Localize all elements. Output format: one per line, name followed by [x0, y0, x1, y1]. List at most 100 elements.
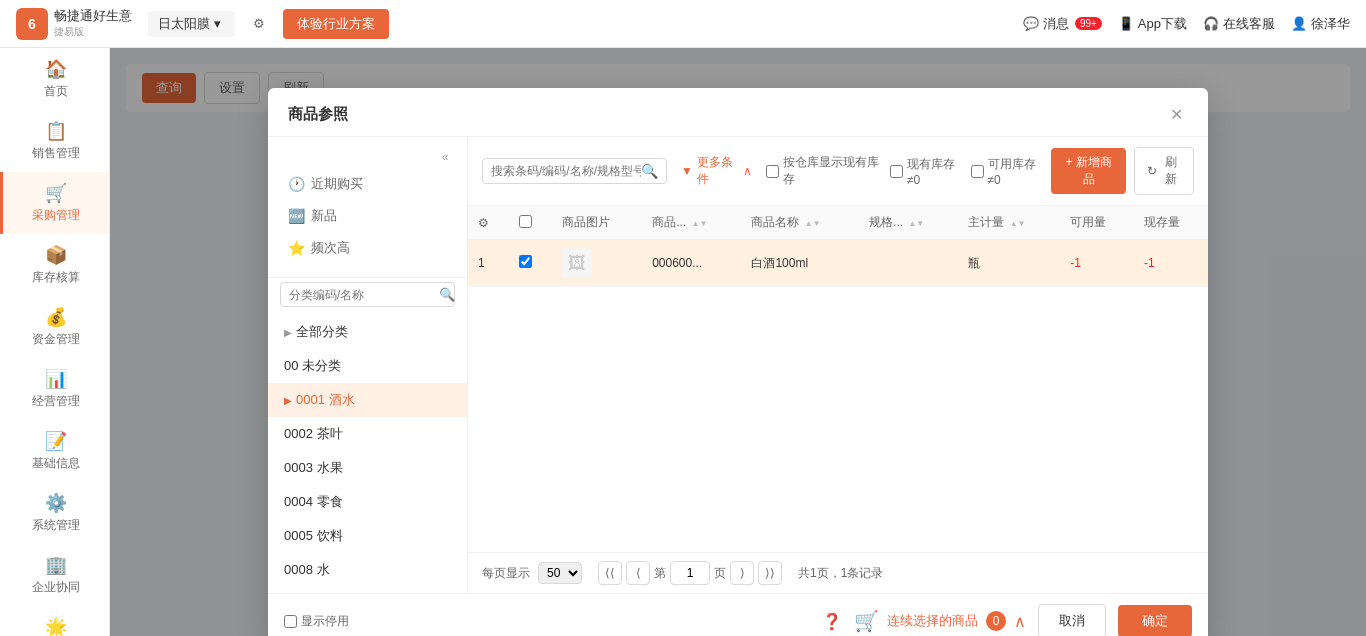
sidebar-item-guide[interactable]: 🌟 新手引导 — [0, 606, 109, 636]
checkbox-stock-neq0-label[interactable]: 现有库存≠0 — [890, 156, 963, 187]
quick-link-new[interactable]: 🆕 新品 — [280, 201, 455, 231]
customer-service-item[interactable]: 🎧 在线客服 — [1203, 15, 1275, 33]
logo-icon: 6 — [16, 8, 48, 40]
phone-icon: 📱 — [1118, 16, 1134, 31]
sidebar-item-label: 销售管理 — [32, 145, 80, 162]
app-download-item[interactable]: 📱 App下载 — [1118, 15, 1187, 33]
category-label: 全部分类 — [296, 323, 348, 341]
confirm-button[interactable]: 确定 — [1118, 605, 1192, 636]
td-image: 🖼 — [552, 240, 642, 287]
category-search-icon[interactable]: 🔍 — [439, 287, 455, 302]
message-icon: 💬 — [1023, 16, 1039, 31]
sidebar-item-basic[interactable]: 📝 基础信息 — [0, 420, 109, 482]
help-icon[interactable]: ❓ — [822, 612, 842, 631]
table-toolbar: 🔍 ▼ 更多条件 ∧ 按仓库显示现有库存 — [468, 137, 1208, 206]
modal-header: 商品参照 ✕ — [268, 88, 1208, 137]
show-disabled-checkbox[interactable] — [284, 615, 297, 628]
category-item-0001[interactable]: ▶ 0001 酒水 — [268, 383, 467, 417]
cancel-button[interactable]: 取消 — [1038, 604, 1106, 636]
category-item-0002[interactable]: 0002 茶叶 — [268, 417, 467, 451]
column-settings-icon[interactable]: ⚙ — [478, 216, 489, 230]
th-unit: 主计量 ▲▼ — [958, 206, 1060, 240]
category-item-0008[interactable]: 0008 水 — [268, 553, 467, 587]
th-image: 商品图片 — [552, 206, 642, 240]
logo-text: 畅捷通好生意 — [54, 8, 132, 25]
page-info: 共1页，1条记录 — [798, 565, 883, 582]
category-item-00[interactable]: 00 未分类 — [268, 349, 467, 383]
checkbox-available-neq0[interactable] — [971, 165, 984, 178]
store-selector[interactable]: 日太阳膜 ▾ — [148, 11, 235, 37]
refresh-table-button[interactable]: ↻ 刷新 — [1134, 147, 1194, 195]
user-profile-item[interactable]: 👤 徐泽华 — [1291, 15, 1350, 33]
show-disabled-label[interactable]: 显示停用 — [284, 613, 349, 630]
next-page-button[interactable]: ⟩ — [730, 561, 754, 585]
settings-icon[interactable]: ⚙ — [243, 8, 275, 40]
filter-icon: ▼ — [681, 164, 693, 178]
th-spec-text: 规格... — [869, 215, 903, 229]
prev-page-button[interactable]: ⟨ — [626, 561, 650, 585]
sidebar: 🏠 首页 📋 销售管理 🛒 采购管理 📦 库存核算 💰 资金管理 📊 经营管理 … — [0, 48, 110, 636]
sidebar-item-home[interactable]: 🏠 首页 — [0, 48, 109, 110]
sidebar-item-inventory[interactable]: 📦 库存核算 — [0, 234, 109, 296]
quick-link-frequent[interactable]: ⭐ 频次高 — [280, 233, 455, 263]
th-name-text: 商品名称 — [751, 215, 799, 229]
sidebar-item-system[interactable]: ⚙️ 系统管理 — [0, 482, 109, 544]
product-table: ⚙ 商品图片 商品... ▲▼ — [468, 206, 1208, 287]
guide-icon: 🌟 — [45, 616, 67, 636]
chevron-down-icon: ▾ — [214, 16, 221, 31]
checkbox-stock-neq0[interactable] — [890, 165, 903, 178]
page-number-input[interactable] — [670, 561, 710, 585]
messages-nav-item[interactable]: 💬 消息 99+ — [1023, 15, 1102, 33]
th-checkbox — [509, 206, 553, 240]
row-checkbox[interactable] — [519, 255, 532, 268]
sidebar-item-label: 采购管理 — [32, 207, 80, 224]
select-all-checkbox[interactable] — [519, 215, 532, 228]
category-item-all[interactable]: ▶ 全部分类 — [268, 315, 467, 349]
sort-name-icon: ▲▼ — [805, 219, 821, 228]
logo-area: 6 畅捷通好生意 捷易版 — [16, 8, 132, 40]
inventory-icon: 📦 — [45, 244, 67, 266]
sidebar-item-sales[interactable]: 📋 销售管理 — [0, 110, 109, 172]
checkbox-available-neq0-label[interactable]: 可用库存≠0 — [971, 156, 1044, 187]
sidebar-item-purchase[interactable]: 🛒 采购管理 — [0, 172, 109, 234]
collapse-panel-button[interactable]: « — [435, 147, 455, 167]
sidebar-item-enterprise[interactable]: 🏢 企业协同 — [0, 544, 109, 606]
product-table-wrapper: ⚙ 商品图片 商品... ▲▼ — [468, 206, 1208, 552]
sidebar-item-operations[interactable]: 📊 经营管理 — [0, 358, 109, 420]
page-size-select[interactable]: 50 — [538, 562, 582, 584]
more-filter-button[interactable]: ▼ 更多条件 ∧ — [675, 150, 758, 192]
cart-label: 连续选择的商品 — [887, 612, 978, 630]
product-search-input[interactable] — [491, 164, 641, 178]
modal-close-button[interactable]: ✕ — [1164, 102, 1188, 126]
messages-label: 消息 — [1043, 15, 1069, 33]
category-item-0004[interactable]: 0004 零食 — [268, 485, 467, 519]
home-icon: 🏠 — [45, 58, 67, 80]
table-header-row: ⚙ 商品图片 商品... ▲▼ — [468, 206, 1208, 240]
td-spec — [859, 240, 958, 287]
cart-icon: 🛒 — [854, 609, 879, 633]
first-page-button[interactable]: ⟨⟨ — [598, 561, 622, 585]
sidebar-item-finance[interactable]: 💰 资金管理 — [0, 296, 109, 358]
cart-collapse-icon[interactable]: ∧ — [1014, 612, 1026, 631]
td-unit: 瓶 — [958, 240, 1060, 287]
td-checkbox — [509, 240, 553, 287]
modal-body: « 🕐 近期购买 🆕 新品 — [268, 137, 1208, 593]
category-item-0005[interactable]: 0005 饮料 — [268, 519, 467, 553]
quick-link-recent[interactable]: 🕐 近期购买 — [280, 169, 455, 199]
add-product-button[interactable]: + 新增商品 — [1051, 148, 1126, 194]
quick-link-new-label: 新品 — [311, 207, 337, 225]
footer-right: ❓ 🛒 连续选择的商品 0 ∧ 取消 确定 — [822, 604, 1192, 636]
table-row[interactable]: 1 🖼 000600... 白酒100ml — [468, 240, 1208, 287]
last-page-button[interactable]: ⟩⟩ — [758, 561, 782, 585]
checkbox-warehouse[interactable] — [766, 165, 779, 178]
cart-count: 0 — [986, 611, 1006, 631]
experience-button[interactable]: 体验行业方案 — [283, 9, 389, 39]
category-search-bar: 🔍 — [280, 282, 455, 307]
category-search-input[interactable] — [289, 288, 439, 302]
product-thumbnail: 🖼 — [562, 248, 592, 278]
checkbox-warehouse-label[interactable]: 按仓库显示现有库存 — [766, 154, 882, 188]
th-spec: 规格... ▲▼ — [859, 206, 958, 240]
search-icon[interactable]: 🔍 — [641, 163, 658, 179]
arrow-icon: ▶ — [284, 327, 292, 338]
category-item-0003[interactable]: 0003 水果 — [268, 451, 467, 485]
